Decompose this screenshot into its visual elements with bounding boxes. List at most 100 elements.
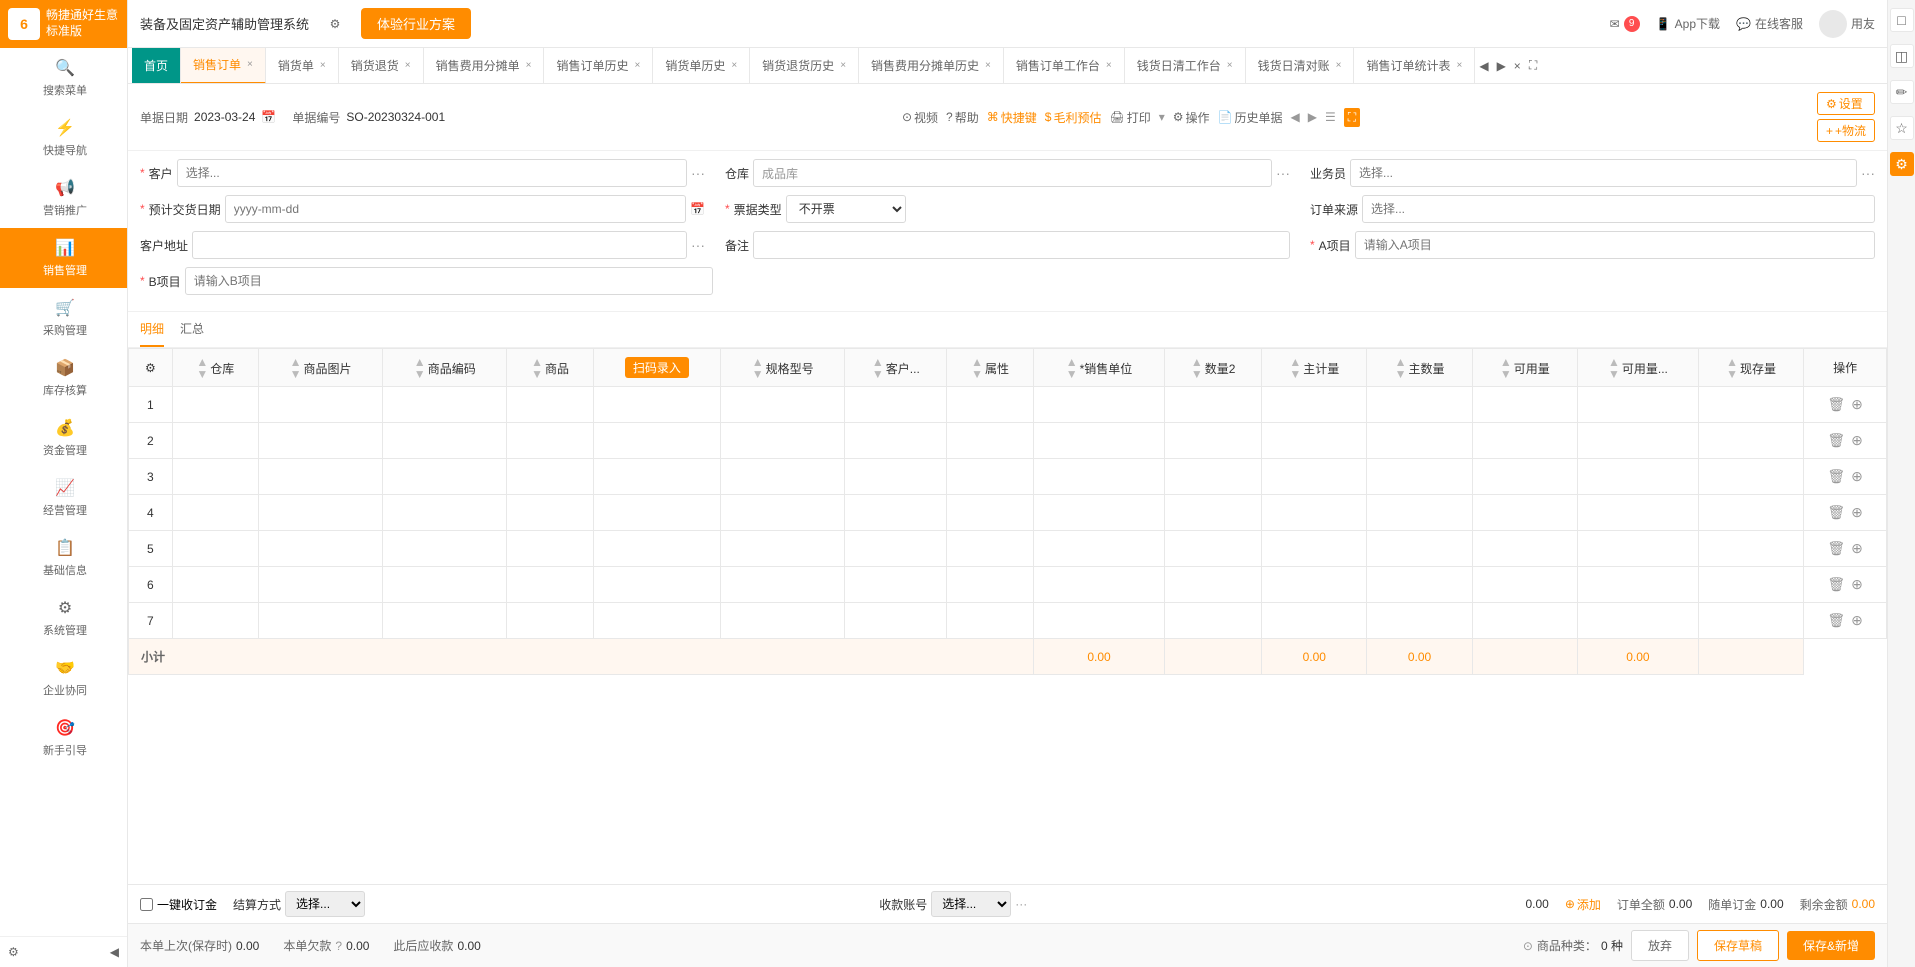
- cell-7-4[interactable]: [593, 603, 720, 639]
- cell-4-13[interactable]: [1577, 495, 1698, 531]
- invoice-select[interactable]: 不开票 普通发票 增值税发票: [786, 195, 906, 223]
- cell-2-7[interactable]: [947, 423, 1033, 459]
- print-btn[interactable]: 🖨 打印: [1109, 109, 1150, 126]
- cell-6-12[interactable]: [1472, 567, 1577, 603]
- cell-1-6[interactable]: [845, 387, 947, 423]
- cell-7-14[interactable]: [1698, 603, 1803, 639]
- cell-5-8[interactable]: [1033, 531, 1164, 567]
- print-arrow-icon[interactable]: ▾: [1159, 110, 1165, 124]
- cell-6-10[interactable]: [1262, 567, 1367, 603]
- cell-6-5[interactable]: [721, 567, 845, 603]
- cell-3-14[interactable]: [1698, 459, 1803, 495]
- settings-side-btn[interactable]: ⚙ 设置: [1817, 92, 1875, 115]
- th-sort-spec[interactable]: ▲▼ 规格型号: [752, 356, 814, 380]
- cell-3-10[interactable]: [1262, 459, 1367, 495]
- cell-6-11[interactable]: [1367, 567, 1472, 603]
- sidebar-item-3[interactable]: 📊销售管理: [0, 228, 127, 288]
- cell-7-1[interactable]: [259, 603, 383, 639]
- th-sort-unit[interactable]: ▲▼ *销售单位: [1066, 356, 1133, 380]
- cell-7-13[interactable]: [1577, 603, 1698, 639]
- cell-3-6[interactable]: [845, 459, 947, 495]
- sidebar-item-1[interactable]: ⚡快捷导航: [0, 108, 127, 168]
- tabbar-nav-3[interactable]: ⛶: [1525, 58, 1541, 73]
- th-sort-customer_code[interactable]: ▲▼ 客户...: [872, 356, 920, 380]
- tab-5[interactable]: 销售订单历史×: [544, 48, 653, 84]
- cell-3-5[interactable]: [721, 459, 845, 495]
- cell-1-4[interactable]: [593, 387, 720, 423]
- right-icon-5[interactable]: ⚙: [1890, 152, 1914, 176]
- cell-4-0[interactable]: [172, 495, 258, 531]
- one-click-checkbox-input[interactable]: [140, 898, 153, 911]
- copy-icon-1[interactable]: ⊕: [1851, 396, 1863, 413]
- cell-4-1[interactable]: [259, 495, 383, 531]
- tab-close-2[interactable]: ×: [320, 60, 326, 71]
- sidebar-item-7[interactable]: 📈经营管理: [0, 468, 127, 528]
- tabbar-nav-2[interactable]: ×: [1510, 59, 1525, 73]
- cell-3-12[interactable]: [1472, 459, 1577, 495]
- material-side-btn[interactable]: + +物流: [1817, 119, 1875, 142]
- copy-icon-5[interactable]: ⊕: [1851, 540, 1863, 557]
- cell-1-5[interactable]: [721, 387, 845, 423]
- customer-expand-btn[interactable]: ···: [691, 165, 705, 181]
- delete-icon-3[interactable]: 🗑: [1827, 468, 1845, 485]
- delivery-calendar-icon[interactable]: 📅: [690, 202, 705, 216]
- cell-2-4[interactable]: [593, 423, 720, 459]
- tab-close-6[interactable]: ×: [731, 60, 737, 71]
- th-sort-main_unit[interactable]: ▲▼ 主计量: [1289, 356, 1339, 380]
- cell-3-1[interactable]: [259, 459, 383, 495]
- cell-7-3[interactable]: [507, 603, 593, 639]
- cell-1-13[interactable]: [1577, 387, 1698, 423]
- date-value[interactable]: 2023-03-24: [194, 110, 255, 124]
- cell-2-8[interactable]: [1033, 423, 1164, 459]
- save-draft-button[interactable]: 保存草稿: [1697, 930, 1779, 961]
- warehouse-input[interactable]: [753, 159, 1272, 187]
- cell-4-14[interactable]: [1698, 495, 1803, 531]
- cell-5-5[interactable]: [721, 531, 845, 567]
- fullscreen-icon[interactable]: ⛶: [1344, 108, 1360, 127]
- tab-close-3[interactable]: ×: [405, 60, 411, 71]
- tabbar-nav-0[interactable]: ◀: [1475, 59, 1492, 73]
- sidebar-item-8[interactable]: 📋基础信息: [0, 528, 127, 588]
- tabbar-nav-1[interactable]: ▶: [1493, 59, 1510, 73]
- b-project-input[interactable]: [185, 267, 713, 295]
- tab-close-7[interactable]: ×: [840, 60, 846, 71]
- tab-12[interactable]: 销售订单统计表×: [1354, 48, 1475, 84]
- cell-5-13[interactable]: [1577, 531, 1698, 567]
- cell-1-14[interactable]: [1698, 387, 1803, 423]
- solution-button[interactable]: 体验行业方案: [361, 8, 471, 39]
- th-sort-main_qty[interactable]: ▲▼ 主数量: [1395, 356, 1445, 380]
- staff-expand-btn[interactable]: ···: [1861, 165, 1875, 181]
- cell-3-9[interactable]: [1165, 459, 1262, 495]
- delete-icon-2[interactable]: 🗑: [1827, 432, 1845, 449]
- th-sort-qty2[interactable]: ▲▼ 数量2: [1191, 356, 1236, 380]
- cell-4-8[interactable]: [1033, 495, 1164, 531]
- address-input[interactable]: [192, 231, 687, 259]
- tab-6[interactable]: 销货单历史×: [653, 48, 750, 84]
- cell-6-13[interactable]: [1577, 567, 1698, 603]
- sidebar-item-5[interactable]: 📦库存核算: [0, 348, 127, 408]
- account-expand-btn[interactable]: ···: [1015, 897, 1027, 911]
- cell-4-4[interactable]: [593, 495, 720, 531]
- cell-2-0[interactable]: [172, 423, 258, 459]
- cell-3-0[interactable]: [172, 459, 258, 495]
- operate-btn[interactable]: ⚙ 操作: [1173, 109, 1210, 126]
- cell-3-3[interactable]: [507, 459, 593, 495]
- tab-close-9[interactable]: ×: [1106, 60, 1112, 71]
- discard-button[interactable]: 放弃: [1631, 930, 1689, 961]
- shortcut-btn[interactable]: ⌘ 快捷键: [987, 109, 1037, 126]
- cell-2-14[interactable]: [1698, 423, 1803, 459]
- scan-button[interactable]: 扫码录入: [625, 357, 689, 378]
- cell-1-10[interactable]: [1262, 387, 1367, 423]
- cell-1-8[interactable]: [1033, 387, 1164, 423]
- cell-4-12[interactable]: [1472, 495, 1577, 531]
- order-source-input[interactable]: [1362, 195, 1875, 223]
- cell-7-6[interactable]: [845, 603, 947, 639]
- cell-4-10[interactable]: [1262, 495, 1367, 531]
- right-icon-3[interactable]: ✏: [1890, 80, 1914, 104]
- cell-7-0[interactable]: [172, 603, 258, 639]
- warehouse-expand-btn[interactable]: ···: [1276, 165, 1290, 181]
- tab-close-10[interactable]: ×: [1227, 60, 1233, 71]
- account-select[interactable]: 选择...: [931, 891, 1011, 917]
- nav-prev-icon[interactable]: ◀: [1290, 110, 1299, 124]
- cell-7-8[interactable]: [1033, 603, 1164, 639]
